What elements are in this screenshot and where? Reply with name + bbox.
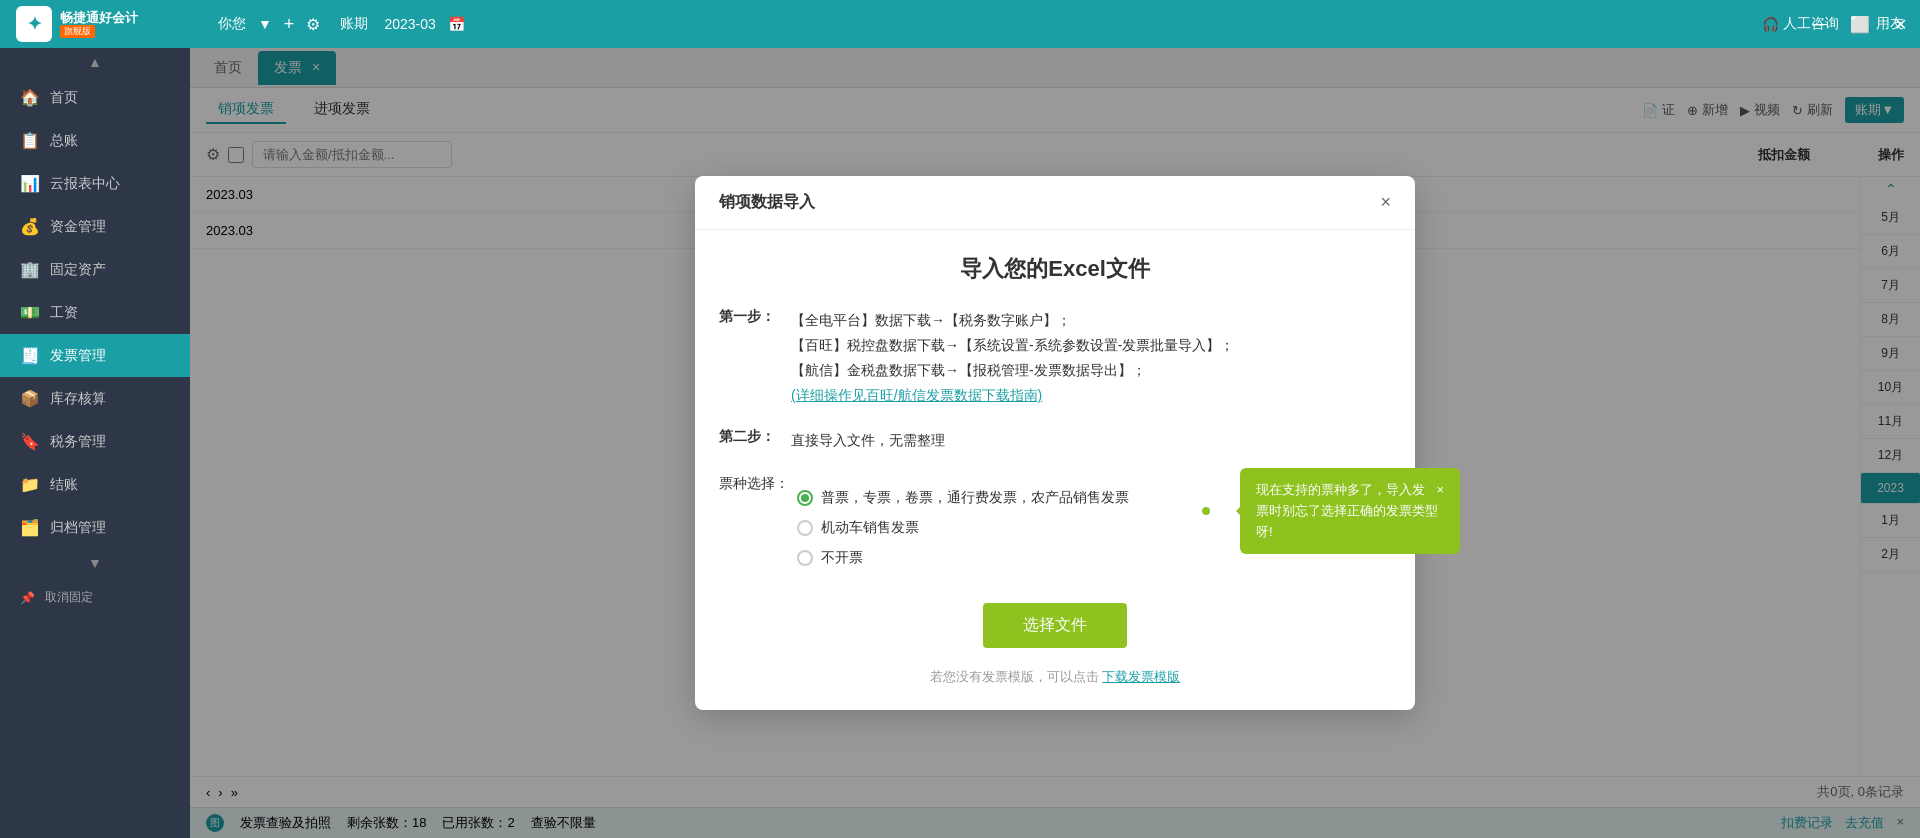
- download-hint: 若您没有发票模版，可以点击 下载发票模版: [719, 668, 1391, 686]
- sidebar-item-label: 发票管理: [50, 347, 106, 365]
- add-button[interactable]: +: [284, 14, 295, 35]
- modal-header: 销项数据导入 ×: [695, 176, 1415, 230]
- tax-icon: 🔖: [20, 432, 40, 451]
- settings-icon[interactable]: ⚙: [306, 15, 320, 34]
- close-window-button[interactable]: ✕: [1880, 4, 1920, 44]
- step1-line1: 【全电平台】数据下载→【税务数字账户】；: [791, 308, 1234, 333]
- select-file-button[interactable]: 选择文件: [983, 603, 1127, 648]
- modal-main-title: 导入您的Excel文件: [719, 254, 1391, 284]
- ticket-options: 普票，专票，卷票，通行费发票，农产品销售发票 机动车销售发票 不开票: [797, 489, 1129, 567]
- step1-content: 【全电平台】数据下载→【税务数字账户】； 【百旺】税控盘数据下载→【系统设置-系…: [791, 308, 1234, 409]
- modal-title: 销项数据导入: [719, 192, 815, 213]
- sidebar-item-label: 固定资产: [50, 261, 106, 279]
- tooltip-dot: [1200, 505, 1212, 517]
- sidebar-item-label: 资金管理: [50, 218, 106, 236]
- sidebar-item-archive[interactable]: 🗂️ 归档管理: [0, 506, 190, 549]
- ticket-option-2-label: 机动车销售发票: [821, 519, 919, 537]
- company-name: 你您: [218, 15, 246, 33]
- step1-link[interactable]: (详细操作见百旺/航信发票数据下载指南): [791, 383, 1234, 408]
- sidebar-item-ledger[interactable]: 📋 总账: [0, 119, 190, 162]
- ledger-icon: 📋: [20, 131, 40, 150]
- checkout-icon: 📁: [20, 475, 40, 494]
- step2-label: 第二步：: [719, 428, 779, 453]
- sidebar-item-checkout[interactable]: 📁 结账: [0, 463, 190, 506]
- payroll-icon: 💵: [20, 303, 40, 322]
- radio-1[interactable]: [797, 490, 813, 506]
- ticket-option-1-label: 普票，专票，卷票，通行费发票，农产品销售发票: [821, 489, 1129, 507]
- sidebar-item-label: 税务管理: [50, 433, 106, 451]
- step1: 第一步： 【全电平台】数据下载→【税务数字账户】； 【百旺】税控盘数据下载→【系…: [719, 308, 1391, 409]
- sidebar-item-report[interactable]: 📊 云报表中心: [0, 162, 190, 205]
- content-area: 首页 发票 × 销项发票 进项发票 📄 证 ⊕ 新增 ▶: [190, 48, 1920, 838]
- dropdown-arrow[interactable]: ▼: [258, 16, 272, 32]
- sidebar-item-tax[interactable]: 🔖 税务管理: [0, 420, 190, 463]
- ticket-option-1[interactable]: 普票，专票，卷票，通行费发票，农产品销售发票: [797, 489, 1129, 507]
- window-controls: — ⬜ ✕: [1800, 0, 1920, 48]
- sidebar-item-label: 工资: [50, 304, 78, 322]
- logo-icon: ✦: [16, 6, 52, 42]
- modal-overlay: 销项数据导入 × 导入您的Excel文件 第一步： 【全电平台】数据下载→【税务…: [190, 48, 1920, 838]
- step1-line3: 【航信】金税盘数据下载→【报税管理-发票数据导出】；: [791, 358, 1234, 383]
- tooltip-close-button[interactable]: ×: [1436, 480, 1444, 501]
- fund-icon: 💰: [20, 217, 40, 236]
- inventory-icon: 📦: [20, 389, 40, 408]
- sidebar-item-invoice[interactable]: 🧾 发票管理: [0, 334, 190, 377]
- assets-icon: 🏢: [20, 260, 40, 279]
- sidebar-scroll-up[interactable]: ▲: [0, 48, 190, 76]
- logo-text: 畅捷通好会计: [60, 10, 138, 26]
- step2-content: 直接导入文件，无需整理: [791, 428, 945, 453]
- logo-badge: 旗舰版: [60, 25, 95, 38]
- radio-2[interactable]: [797, 520, 813, 536]
- minimize-button[interactable]: —: [1800, 4, 1840, 44]
- download-template-link[interactable]: 下载发票模版: [1102, 669, 1180, 684]
- sidebar-item-label: 总账: [50, 132, 78, 150]
- sidebar-item-label: 首页: [50, 89, 78, 107]
- sidebar-item-inventory[interactable]: 📦 库存核算: [0, 377, 190, 420]
- sidebar-item-payroll[interactable]: 💵 工资: [0, 291, 190, 334]
- sidebar-item-label: 结账: [50, 476, 78, 494]
- sidebar-item-home[interactable]: 🏠 首页: [0, 76, 190, 119]
- sidebar-item-assets[interactable]: 🏢 固定资产: [0, 248, 190, 291]
- maximize-button[interactable]: ⬜: [1840, 4, 1880, 44]
- import-modal: 销项数据导入 × 导入您的Excel文件 第一步： 【全电平台】数据下载→【税务…: [695, 176, 1415, 711]
- invoice-icon: 🧾: [20, 346, 40, 365]
- step1-label: 第一步：: [719, 308, 779, 409]
- ticket-select-label: 票种选择：: [719, 473, 789, 493]
- download-hint-text: 若您没有发票模版，可以点击: [930, 669, 1099, 684]
- radio-3[interactable]: [797, 550, 813, 566]
- logo-area: ✦ 畅捷通好会计 旗舰版: [16, 6, 206, 42]
- ticket-option-3[interactable]: 不开票: [797, 549, 1129, 567]
- ticket-option-2[interactable]: 机动车销售发票: [797, 519, 1129, 537]
- top-header: ✦ 畅捷通好会计 旗舰版 你您 ▼ + ⚙ 账期 2023-03 📅 🎧 人工咨…: [0, 0, 1920, 48]
- archive-icon: 🗂️: [20, 518, 40, 537]
- sidebar-item-label: 库存核算: [50, 390, 106, 408]
- cancel-fixed-button[interactable]: 📌 取消固定: [0, 577, 190, 618]
- modal-close-button[interactable]: ×: [1380, 192, 1391, 213]
- period-value: 2023-03: [384, 16, 435, 32]
- ticket-option-3-label: 不开票: [821, 549, 863, 567]
- pin-icon: 📌: [20, 591, 35, 605]
- tooltip-bubble: × 现在支持的票种多了，导入发票时别忘了选择正确的发票类型呀!: [1240, 468, 1460, 554]
- sidebar-item-label: 归档管理: [50, 519, 106, 537]
- calendar-icon[interactable]: 📅: [448, 16, 465, 32]
- home-icon: 🏠: [20, 88, 40, 107]
- sidebar-item-label: 云报表中心: [50, 175, 120, 193]
- step1-line2: 【百旺】税控盘数据下载→【系统设置-系统参数设置-发票批量导入】；: [791, 333, 1234, 358]
- sidebar-item-fund[interactable]: 💰 资金管理: [0, 205, 190, 248]
- sidebar-scroll-down[interactable]: ▼: [0, 549, 190, 577]
- main-layout: ▲ 🏠 首页 📋 总账 📊 云报表中心 💰 资金管理 🏢 固定资产 💵 工资 🧾…: [0, 48, 1920, 838]
- headset-icon: 🎧: [1762, 16, 1779, 32]
- tooltip-text: 现在支持的票种多了，导入发票时别忘了选择正确的发票类型呀!: [1256, 482, 1438, 539]
- report-icon: 📊: [20, 174, 40, 193]
- step2: 第二步： 直接导入文件，无需整理: [719, 428, 1391, 453]
- period-label: 账期: [340, 15, 368, 33]
- sidebar: ▲ 🏠 首页 📋 总账 📊 云报表中心 💰 资金管理 🏢 固定资产 💵 工资 🧾…: [0, 48, 190, 838]
